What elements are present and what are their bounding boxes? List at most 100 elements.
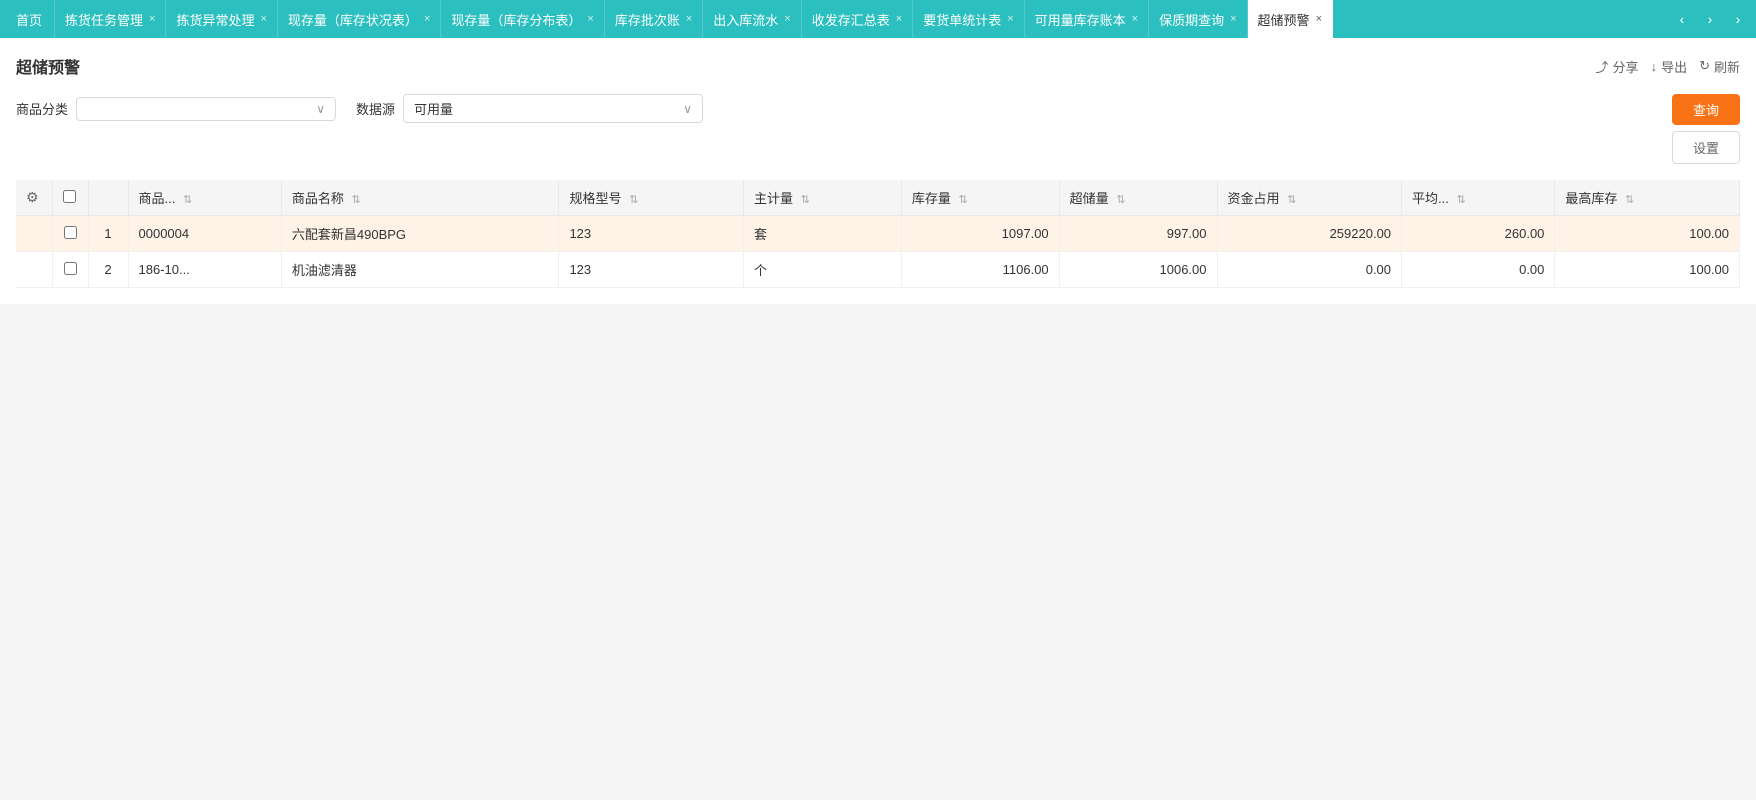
close-tab-tab6-icon[interactable]: × (784, 13, 790, 25)
close-tab-tab3-icon[interactable]: × (424, 13, 430, 25)
col-unit[interactable]: 主计量 ⇅ (743, 180, 901, 216)
close-tab-tab2-icon[interactable]: × (260, 13, 266, 25)
close-tab-tab8-icon[interactable]: × (1007, 13, 1013, 25)
sort-spec-icon: ⇅ (629, 193, 638, 206)
nav-arrows: ‹ › › (1668, 0, 1752, 38)
nav-tab-tab8[interactable]: 要货单统计表× (913, 0, 1024, 38)
refresh-button[interactable]: ↻ 刷新 (1699, 57, 1740, 76)
nav-tab-tab11[interactable]: 超储预警× (1248, 0, 1333, 38)
row-overstock-0: 997.00 (1059, 216, 1217, 252)
sort-unit-icon: ⇅ (801, 193, 810, 206)
page-title: 超储预警 (16, 54, 80, 78)
sort-avg-icon: ⇅ (1457, 193, 1466, 206)
row-avg-0: 260.00 (1402, 216, 1555, 252)
row-stock-1: 1106.00 (901, 252, 1059, 288)
category-select[interactable]: ∨ (76, 97, 336, 121)
col-avg[interactable]: 平均... ⇅ (1402, 180, 1555, 216)
data-table: ⚙ 商品... ⇅ 商品名称 ⇅ 规格型号 ⇅ (16, 180, 1740, 288)
nav-prev-btn[interactable]: ‹ (1668, 0, 1696, 38)
row-capital-0: 259220.00 (1217, 216, 1402, 252)
query-button[interactable]: 查询 (1672, 94, 1740, 125)
nav-tab-tab4[interactable]: 现存量（库存分布表）× (441, 0, 604, 38)
sort-code-icon: ⇅ (183, 193, 192, 206)
close-tab-tab7-icon[interactable]: × (896, 13, 902, 25)
nav-tab-tab7[interactable]: 收发存汇总表× (802, 0, 913, 38)
row-checkbox-cell-1[interactable] (52, 252, 88, 288)
select-all-checkbox[interactable] (63, 190, 76, 203)
nav-tab-tab10[interactable]: 保质期查询× (1149, 0, 1247, 38)
sort-name-icon: ⇅ (352, 193, 361, 206)
nav-tab-tab5[interactable]: 库存批次账× (605, 0, 703, 38)
datasource-value: 可用量 (414, 99, 453, 118)
close-tab-tab1-icon[interactable]: × (149, 13, 155, 25)
row-num-0: 1 (88, 216, 128, 252)
table-row: 1 0000004 六配套新昌490BPG 123 套 1097.00 997.… (16, 216, 1740, 252)
nav-tab-tab2[interactable]: 拣货异常处理× (166, 0, 277, 38)
row-unit-1: 个 (743, 252, 901, 288)
row-avg-1: 0.00 (1402, 252, 1555, 288)
col-overstock[interactable]: 超储量 ⇅ (1059, 180, 1217, 216)
nav-tab-tab3[interactable]: 现存量（库存状况表）× (278, 0, 441, 38)
datasource-label: 数据源 (356, 99, 395, 118)
row-gear-1 (16, 252, 52, 288)
row-checkbox-cell-0[interactable] (52, 216, 88, 252)
col-stock[interactable]: 库存量 ⇅ (901, 180, 1059, 216)
category-filter-group: 商品分类 ∨ (16, 97, 336, 121)
row-overstock-1: 1006.00 (1059, 252, 1217, 288)
row-code-0: 0000004 (128, 216, 281, 252)
col-name[interactable]: 商品名称 ⇅ (281, 180, 559, 216)
sort-overstock-icon: ⇅ (1116, 193, 1125, 206)
nav-next-btn[interactable]: › (1696, 0, 1724, 38)
col-maxstock[interactable]: 最高库存 ⇅ (1555, 180, 1740, 216)
export-button[interactable]: ↓ 导出 (1651, 57, 1688, 76)
row-name-1: 机油滤清器 (281, 252, 559, 288)
nav-tab-tab1[interactable]: 拣货任务管理× (55, 0, 166, 38)
row-unit-0: 套 (743, 216, 901, 252)
close-tab-tab9-icon[interactable]: × (1132, 13, 1138, 25)
refresh-icon: ↻ (1699, 58, 1710, 74)
export-icon: ↓ (1651, 59, 1658, 74)
close-tab-tab11-icon[interactable]: × (1316, 13, 1322, 25)
row-checkbox-1[interactable] (64, 262, 77, 275)
nav-more-btn[interactable]: › (1724, 0, 1752, 38)
sort-capital-icon: ⇅ (1287, 193, 1296, 206)
nav-tab-tab9[interactable]: 可用量库存账本× (1025, 0, 1149, 38)
row-spec-0: 123 (559, 216, 744, 252)
nav-tab-tab6[interactable]: 出入库流水× (703, 0, 801, 38)
row-stock-0: 1097.00 (901, 216, 1059, 252)
close-tab-tab5-icon[interactable]: × (686, 13, 692, 25)
col-checkbox[interactable] (52, 180, 88, 216)
sort-maxstock-icon: ⇅ (1625, 193, 1634, 206)
row-maxstock-1: 100.00 (1555, 252, 1740, 288)
datasource-filter-group: 数据源 可用量 ∨ (356, 94, 703, 123)
close-tab-tab4-icon[interactable]: × (587, 13, 593, 25)
nav-home[interactable]: 首页 (4, 0, 55, 38)
col-capital[interactable]: 资金占用 ⇅ (1217, 180, 1402, 216)
col-gear[interactable]: ⚙ (16, 180, 52, 216)
share-button[interactable]: ⤴ 分享 (1596, 57, 1639, 76)
datasource-chevron-icon: ∨ (683, 102, 692, 116)
row-maxstock-0: 100.00 (1555, 216, 1740, 252)
category-chevron-icon: ∨ (316, 102, 325, 116)
row-capital-1: 0.00 (1217, 252, 1402, 288)
row-name-0: 六配套新昌490BPG (281, 216, 559, 252)
col-rownum (88, 180, 128, 216)
col-code[interactable]: 商品... ⇅ (128, 180, 281, 216)
table-header-row: ⚙ 商品... ⇅ 商品名称 ⇅ 规格型号 ⇅ (16, 180, 1740, 216)
page-container: 超储预警 ⤴ 分享 ↓ 导出 ↻ 刷新 商品分类 ∨ (0, 38, 1756, 304)
row-code-1: 186-10... (128, 252, 281, 288)
row-spec-1: 123 (559, 252, 744, 288)
datasource-select[interactable]: 可用量 ∨ (403, 94, 703, 123)
table-row: 2 186-10... 机油滤清器 123 个 1106.00 1006.00 … (16, 252, 1740, 288)
sort-stock-icon: ⇅ (958, 193, 967, 206)
gear-icon[interactable]: ⚙ (26, 189, 39, 205)
setting-button[interactable]: 设置 (1672, 131, 1740, 164)
row-checkbox-0[interactable] (64, 226, 77, 239)
close-tab-tab10-icon[interactable]: × (1230, 13, 1236, 25)
row-num-1: 2 (88, 252, 128, 288)
col-spec[interactable]: 规格型号 ⇅ (559, 180, 744, 216)
nav-bar: 首页 拣货任务管理×拣货异常处理×现存量（库存状况表）×现存量（库存分布表）×库… (0, 0, 1756, 38)
share-icon: ⤴ (1596, 57, 1609, 76)
filter-buttons: 查询 设置 (1672, 94, 1740, 164)
category-label: 商品分类 (16, 99, 68, 118)
